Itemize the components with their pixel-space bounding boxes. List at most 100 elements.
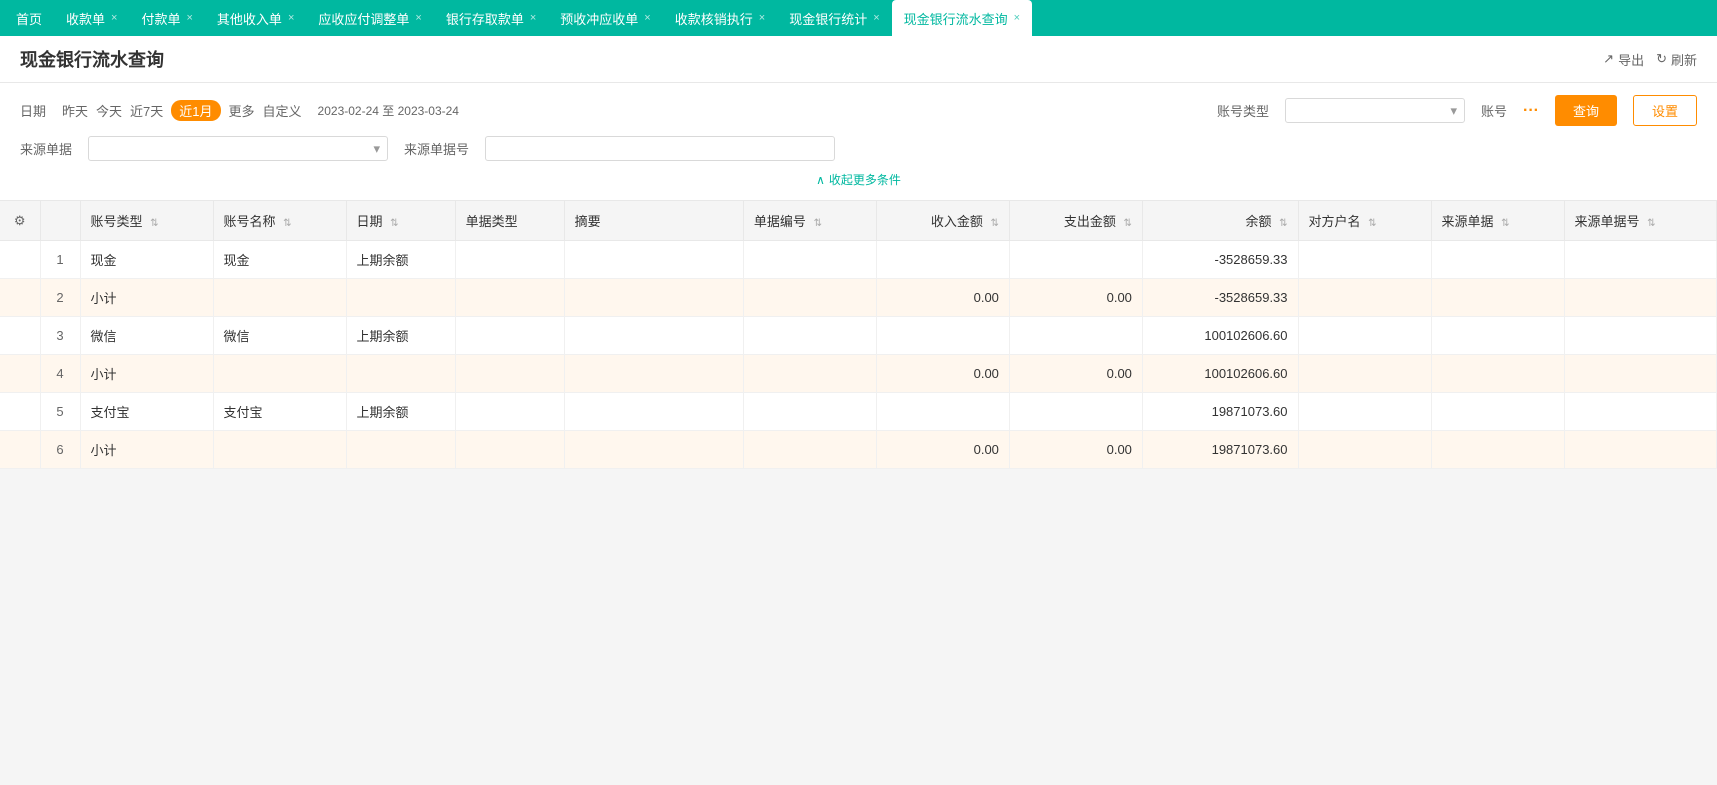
source-doc-label: 来源单据 (20, 139, 72, 158)
td-counterparty (1298, 241, 1431, 279)
th-balance[interactable]: 余额 ⇅ (1142, 201, 1298, 241)
td-summary (564, 317, 743, 355)
sort-icon: ⇅ (1647, 218, 1655, 229)
th-expense[interactable]: 支出金额 ⇅ (1009, 201, 1142, 241)
date-7days[interactable]: 近7天 (130, 101, 163, 120)
table-row: 2小计0.000.00-3528659.33 (0, 279, 1717, 317)
close-icon[interactable]: × (530, 12, 536, 24)
close-icon[interactable]: × (186, 12, 192, 24)
account-dots-button[interactable]: ··· (1523, 102, 1539, 120)
td-expense (1009, 241, 1142, 279)
td-date: 上期余额 (346, 241, 455, 279)
nav-item-payment[interactable]: 付款单 × (129, 0, 204, 36)
date-today[interactable]: 今天 (96, 101, 122, 120)
td-index: 6 (40, 431, 80, 469)
td-counterparty (1298, 317, 1431, 355)
close-icon[interactable]: × (415, 12, 421, 24)
query-button[interactable]: 查询 (1555, 95, 1617, 126)
filter-row-2: 来源单据 来源单据号 (20, 136, 1697, 161)
td-source-doc-no (1564, 279, 1716, 317)
nav-item-other-income[interactable]: 其他收入单 × (205, 0, 306, 36)
close-icon[interactable]: × (873, 12, 879, 24)
td-account-type: 支付宝 (80, 393, 213, 431)
close-icon[interactable]: × (644, 12, 650, 24)
nav-item-prepaid[interactable]: 预收冲应收单 × (548, 0, 662, 36)
source-doc-no-input[interactable] (485, 136, 835, 161)
td-income (876, 241, 1009, 279)
table-row: 4小计0.000.00100102606.60 (0, 355, 1717, 393)
td-date (346, 431, 455, 469)
nav-item-bank-deposit[interactable]: 银行存取款单 × (434, 0, 548, 36)
date-more[interactable]: 更多 (229, 101, 255, 120)
nav-item-stats[interactable]: 现金银行统计 × (777, 0, 891, 36)
td-gear (0, 431, 40, 469)
td-account-name: 现金 (213, 241, 346, 279)
th-income[interactable]: 收入金额 ⇅ (876, 201, 1009, 241)
page-title: 现金银行流水查询 (20, 46, 164, 72)
date-label: 日期 (20, 101, 46, 120)
td-gear (0, 355, 40, 393)
source-doc-select[interactable] (88, 136, 388, 161)
td-doc-no (743, 279, 876, 317)
collapse-bar[interactable]: ∧ 收起更多条件 (20, 171, 1697, 188)
td-income: 0.00 (876, 355, 1009, 393)
date-yesterday[interactable]: 昨天 (62, 101, 88, 120)
th-source-doc-no[interactable]: 来源单据号 ⇅ (1564, 201, 1716, 241)
td-gear (0, 241, 40, 279)
sort-icon: ⇅ (814, 218, 822, 229)
header-actions: ↗ 导出 ↻ 刷新 (1603, 50, 1697, 69)
table-header-row: ⚙ 账号类型 ⇅ 账号名称 ⇅ 日期 ⇅ 单据类型 (0, 201, 1717, 241)
sort-icon: ⇅ (1124, 218, 1132, 229)
th-account-name[interactable]: 账号名称 ⇅ (213, 201, 346, 241)
export-button[interactable]: ↗ 导出 (1603, 50, 1644, 69)
td-date: 上期余额 (346, 393, 455, 431)
top-nav: 首页 收款单 × 付款单 × 其他收入单 × 应收应付调整单 × 银行存取款单 … (0, 0, 1717, 36)
td-account-type: 小计 (80, 431, 213, 469)
td-doc-no (743, 431, 876, 469)
sort-icon: ⇅ (390, 218, 398, 229)
setting-button[interactable]: 设置 (1633, 95, 1697, 126)
td-income: 0.00 (876, 431, 1009, 469)
th-counterparty[interactable]: 对方户名 ⇅ (1298, 201, 1431, 241)
close-icon[interactable]: × (1014, 12, 1020, 24)
nav-item-verify[interactable]: 收款核销执行 × (663, 0, 777, 36)
th-doc-no[interactable]: 单据编号 ⇅ (743, 201, 876, 241)
nav-item-home[interactable]: 首页 (4, 0, 54, 36)
sort-icon: ⇅ (150, 218, 158, 229)
td-balance: 19871073.60 (1142, 431, 1298, 469)
close-icon[interactable]: × (759, 12, 765, 24)
td-income (876, 393, 1009, 431)
account-type-select-wrapper (1285, 98, 1465, 123)
th-date[interactable]: 日期 ⇅ (346, 201, 455, 241)
td-account-type: 小计 (80, 279, 213, 317)
th-source-doc[interactable]: 来源单据 ⇅ (1431, 201, 1564, 241)
date-1month[interactable]: 近1月 (171, 100, 220, 121)
td-balance: 100102606.60 (1142, 355, 1298, 393)
table-row: 5支付宝支付宝上期余额19871073.60 (0, 393, 1717, 431)
td-counterparty (1298, 279, 1431, 317)
td-expense (1009, 317, 1142, 355)
table-row: 3微信微信上期余额100102606.60 (0, 317, 1717, 355)
close-icon[interactable]: × (288, 12, 294, 24)
account-type-select[interactable] (1285, 98, 1465, 123)
refresh-button[interactable]: ↻ 刷新 (1656, 50, 1697, 69)
td-doc-no (743, 355, 876, 393)
table-row: 6小计0.000.0019871073.60 (0, 431, 1717, 469)
td-account-name: 支付宝 (213, 393, 346, 431)
close-icon[interactable]: × (111, 12, 117, 24)
gear-icon[interactable]: ⚙ (14, 213, 26, 228)
td-doc-type (455, 317, 564, 355)
td-doc-type (455, 355, 564, 393)
nav-item-flow-query[interactable]: 现金银行流水查询 × (892, 0, 1032, 36)
date-custom[interactable]: 自定义 (263, 101, 302, 120)
account-label: 账号 (1481, 101, 1507, 120)
td-gear (0, 393, 40, 431)
account-type-label: 账号类型 (1217, 101, 1269, 120)
td-account-name: 微信 (213, 317, 346, 355)
td-source-doc-no (1564, 317, 1716, 355)
th-account-type[interactable]: 账号类型 ⇅ (80, 201, 213, 241)
td-index: 4 (40, 355, 80, 393)
nav-item-adjustment[interactable]: 应收应付调整单 × (306, 0, 433, 36)
nav-item-receipt[interactable]: 收款单 × (54, 0, 129, 36)
date-shortcuts: 昨天 今天 近7天 近1月 更多 自定义 (62, 100, 302, 121)
